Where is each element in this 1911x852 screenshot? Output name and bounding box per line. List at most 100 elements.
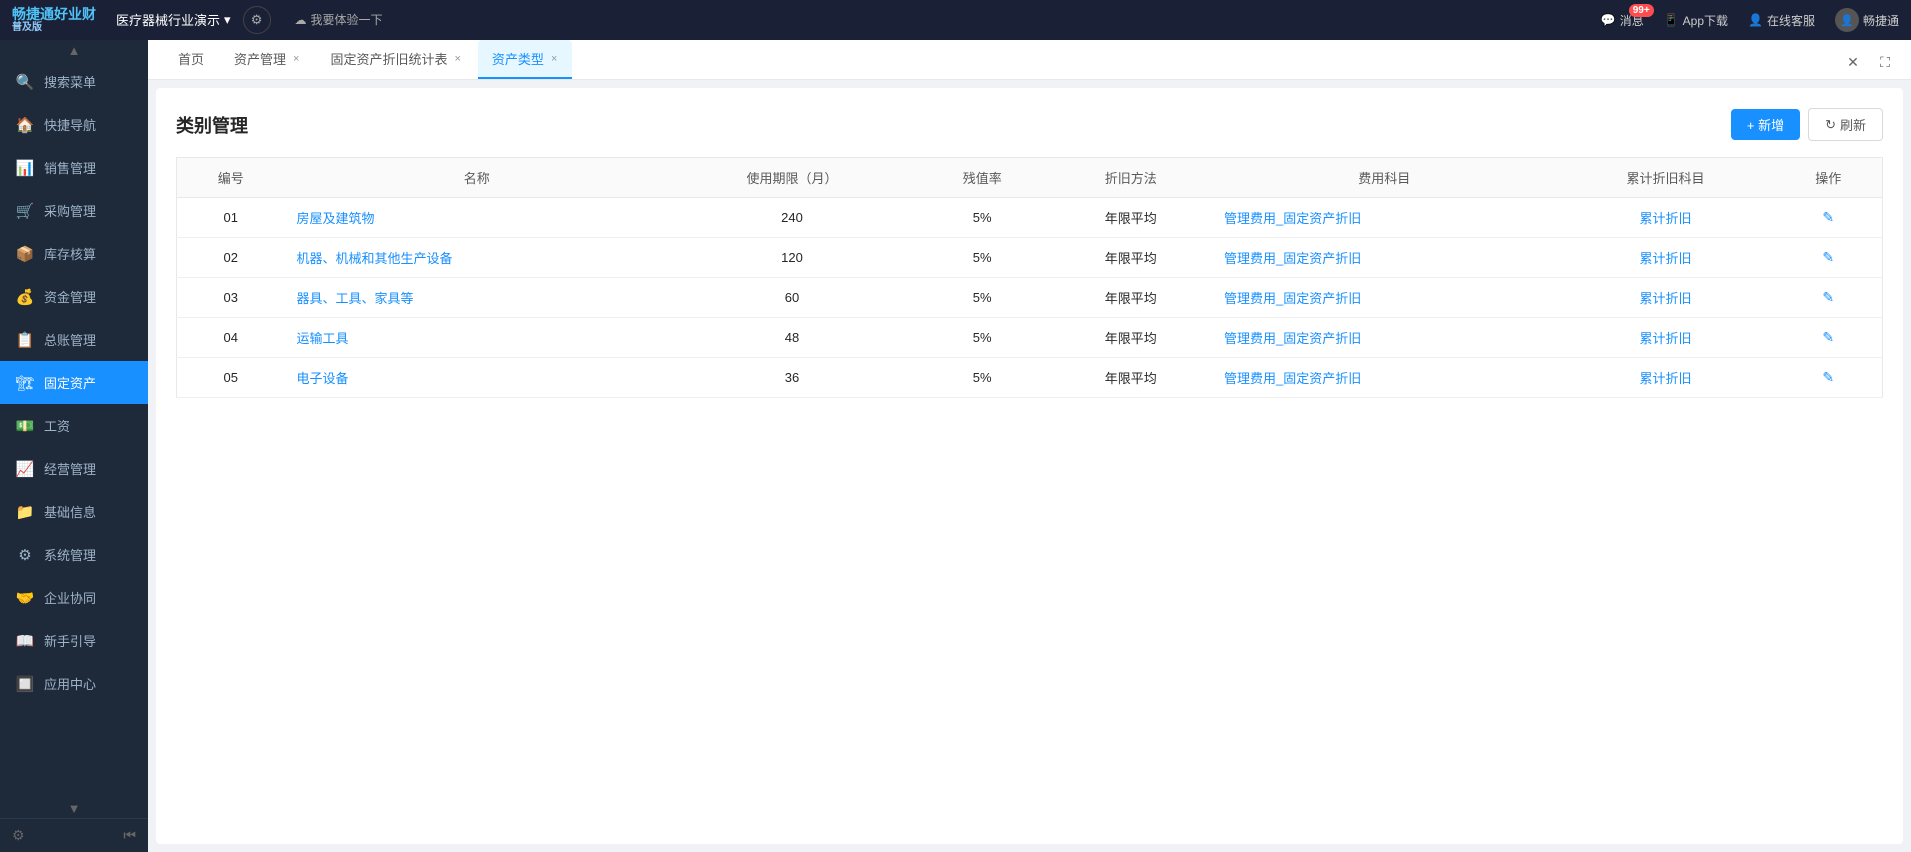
- cell-residual: 5%: [915, 318, 1050, 358]
- sidebar-item-system[interactable]: ⚙ 系统管理: [0, 533, 148, 576]
- tab-depreciation-table[interactable]: 固定资产折旧统计表 ×: [316, 40, 475, 79]
- capital-icon: 💰: [16, 288, 34, 306]
- scroll-down-arrow[interactable]: ▼: [0, 798, 148, 818]
- cell-name: 器具、工具、家具等: [284, 278, 669, 318]
- edit-icon[interactable]: ✎: [1822, 209, 1834, 225]
- sidebar-item-quick-nav[interactable]: 🏠 快捷导航: [0, 103, 148, 146]
- tab-bar: 首页 资产管理 × 固定资产折旧统计表 × 资产类型 ×: [148, 40, 1911, 80]
- sidebar-item-enterprise[interactable]: 🤝 企业协同: [0, 576, 148, 619]
- cell-expense: 管理费用_固定资产折旧: [1212, 318, 1557, 358]
- cell-accumulated: 累计折旧: [1557, 318, 1775, 358]
- sidebar-item-purchase[interactable]: 🛒 采购管理: [0, 189, 148, 232]
- sidebar-item-payroll[interactable]: 💵 工资: [0, 404, 148, 447]
- settings-bottom-icon[interactable]: ⚙: [12, 827, 25, 844]
- purchase-icon: 🛒: [16, 202, 34, 220]
- col-id: 编号: [177, 158, 285, 198]
- online-service-label: 在线客服: [1767, 12, 1815, 29]
- message-icon: 💬: [1601, 13, 1616, 27]
- edit-icon[interactable]: ✎: [1822, 289, 1834, 305]
- page-controls: ✕ ⛶: [1827, 40, 1911, 84]
- sidebar: ▲ 🔍 搜索菜单 🏠 快捷导航 📊 销售管理 🛒 采购管理 📦 库存核算: [0, 40, 148, 852]
- tab-asset-mgmt-close[interactable]: ×: [292, 52, 300, 66]
- tab-home[interactable]: 首页: [164, 40, 218, 79]
- tab-asset-type-label: 资产类型: [492, 49, 544, 68]
- cell-method: 年限平均: [1050, 198, 1212, 238]
- sidebar-item-label: 采购管理: [44, 201, 96, 220]
- home-icon: 🏠: [16, 116, 34, 134]
- tab-asset-mgmt[interactable]: 资产管理 ×: [220, 40, 314, 79]
- enterprise-icon: 🤝: [16, 589, 34, 607]
- app-download-button[interactable]: 📱 App下载: [1664, 12, 1728, 29]
- cell-action[interactable]: ✎: [1774, 198, 1882, 238]
- sidebar-item-app-center[interactable]: 🔲 应用中心: [0, 662, 148, 705]
- cell-action[interactable]: ✎: [1774, 238, 1882, 278]
- fixed-assets-icon: 🏗: [16, 374, 34, 392]
- sidebar-item-search[interactable]: 🔍 搜索菜单: [0, 60, 148, 103]
- cell-name: 机器、机械和其他生产设备: [284, 238, 669, 278]
- cell-expense: 管理费用_固定资产折旧: [1212, 238, 1557, 278]
- refresh-button[interactable]: ↻ 刷新: [1808, 108, 1883, 141]
- page-header: 类别管理 + 新增 ↻ 刷新: [176, 108, 1883, 141]
- user-menu[interactable]: 👤 畅捷通: [1835, 8, 1899, 32]
- cell-accumulated: 累计折旧: [1557, 278, 1775, 318]
- table-header-row: 编号 名称 使用期限（月） 残值率 折旧方法 费用科目 累计折旧科目 操作: [177, 158, 1883, 198]
- cell-action[interactable]: ✎: [1774, 318, 1882, 358]
- sidebar-item-sales[interactable]: 📊 销售管理: [0, 146, 148, 189]
- edit-icon[interactable]: ✎: [1822, 369, 1834, 385]
- new-button[interactable]: + 新增: [1731, 109, 1800, 140]
- sidebar-item-capital[interactable]: 💰 资金管理: [0, 275, 148, 318]
- cell-accumulated: 累计折旧: [1557, 198, 1775, 238]
- cell-period: 36: [669, 358, 915, 398]
- edit-icon[interactable]: ✎: [1822, 329, 1834, 345]
- cell-name: 运输工具: [284, 318, 669, 358]
- table-row: 02 机器、机械和其他生产设备 120 5% 年限平均 管理费用_固定资产折旧 …: [177, 238, 1883, 278]
- tab-depreciation-close[interactable]: ×: [453, 52, 461, 66]
- cell-accumulated: 累计折旧: [1557, 238, 1775, 278]
- edit-icon[interactable]: ✎: [1822, 249, 1834, 265]
- messages-button[interactable]: 💬 消息 99+: [1601, 12, 1644, 29]
- tab-asset-mgmt-label: 资产管理: [234, 49, 286, 68]
- settings-button[interactable]: ⚙: [243, 6, 271, 34]
- cell-action[interactable]: ✎: [1774, 278, 1882, 318]
- cell-action[interactable]: ✎: [1774, 358, 1882, 398]
- sidebar-item-label: 企业协同: [44, 588, 96, 607]
- close-page-button[interactable]: ✕: [1839, 48, 1867, 76]
- sidebar-item-label: 快捷导航: [44, 115, 96, 134]
- table-row: 05 电子设备 36 5% 年限平均 管理费用_固定资产折旧 累计折旧 ✎: [177, 358, 1883, 398]
- sidebar-item-label: 资金管理: [44, 287, 96, 306]
- sales-icon: 📊: [16, 159, 34, 177]
- scroll-up-arrow[interactable]: ▲: [0, 40, 148, 60]
- content-area: 首页 资产管理 × 固定资产折旧统计表 × 资产类型 × ✕ ⛶: [148, 40, 1911, 852]
- sidebar-item-guide[interactable]: 📖 新手引导: [0, 619, 148, 662]
- cell-id: 01: [177, 198, 285, 238]
- tab-asset-type-close[interactable]: ×: [550, 52, 558, 66]
- tab-depreciation-label: 固定资产折旧统计表: [330, 49, 447, 68]
- sidebar-item-label: 基础信息: [44, 502, 96, 521]
- app-sub: 普及版: [12, 22, 96, 34]
- main-layout: ▲ 🔍 搜索菜单 🏠 快捷导航 📊 销售管理 🛒 采购管理 📦 库存核算: [0, 40, 1911, 852]
- system-icon: ⚙: [16, 546, 34, 564]
- cell-method: 年限平均: [1050, 278, 1212, 318]
- sidebar-item-basic-info[interactable]: 📁 基础信息: [0, 490, 148, 533]
- sidebar-item-inventory[interactable]: 📦 库存核算: [0, 232, 148, 275]
- ledger-icon: 📋: [16, 331, 34, 349]
- demo-selector[interactable]: 医疗器械行业演示 ▾: [116, 10, 231, 29]
- sidebar-item-label: 应用中心: [44, 674, 96, 693]
- cell-period: 60: [669, 278, 915, 318]
- cell-method: 年限平均: [1050, 238, 1212, 278]
- page-title: 类别管理: [176, 112, 248, 138]
- sidebar-bottom: ⚙ ⏮: [0, 818, 148, 852]
- col-accumulated: 累计折旧科目: [1557, 158, 1775, 198]
- expand-page-button[interactable]: ⛶: [1871, 48, 1899, 76]
- cell-name: 电子设备: [284, 358, 669, 398]
- collapse-icon[interactable]: ⏮: [123, 827, 136, 844]
- online-service-button[interactable]: 👤 在线客服: [1748, 12, 1815, 29]
- cloud-icon: ☁: [295, 13, 307, 27]
- experience-button[interactable]: ☁ 我要体验一下: [295, 11, 383, 28]
- sidebar-item-fixed-assets[interactable]: 🏗 固定资产: [0, 361, 148, 404]
- sidebar-item-operations[interactable]: 📈 经营管理: [0, 447, 148, 490]
- sidebar-item-label: 新手引导: [44, 631, 96, 650]
- cell-name: 房屋及建筑物: [284, 198, 669, 238]
- tab-asset-type[interactable]: 资产类型 ×: [478, 40, 572, 79]
- sidebar-item-ledger[interactable]: 📋 总账管理: [0, 318, 148, 361]
